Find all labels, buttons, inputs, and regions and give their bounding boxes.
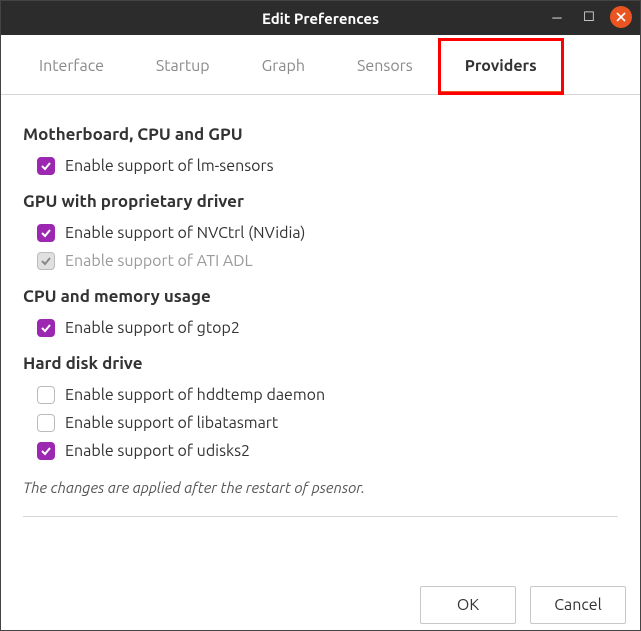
row-lm-sensors: Enable support of lm-sensors bbox=[23, 152, 618, 180]
checkbox-nvctrl[interactable] bbox=[37, 224, 55, 242]
section-hdd-title: Hard disk drive bbox=[23, 354, 618, 373]
tab-providers[interactable]: Providers bbox=[439, 39, 563, 94]
close-icon bbox=[616, 12, 626, 22]
section-cpu-title: CPU and memory usage bbox=[23, 287, 618, 306]
tab-startup[interactable]: Startup bbox=[130, 39, 236, 94]
checkbox-gtop2[interactable] bbox=[37, 319, 55, 337]
section-mobo-title: Motherboard, CPU and GPU bbox=[23, 125, 618, 144]
checkbox-udisks2[interactable] bbox=[37, 442, 55, 460]
label-libatasmart: Enable support of libatasmart bbox=[65, 414, 278, 432]
checkbox-lm-sensors[interactable] bbox=[37, 157, 55, 175]
row-gtop2: Enable support of gtop2 bbox=[23, 314, 618, 342]
section-gpu-title: GPU with proprietary driver bbox=[23, 192, 618, 211]
restart-note: The changes are applied after the restar… bbox=[23, 479, 618, 496]
tabs: Interface Startup Graph Sensors Provider… bbox=[1, 39, 640, 95]
minimize-button[interactable]: ─ bbox=[546, 6, 568, 28]
row-nvctrl: Enable support of NVCtrl (NVidia) bbox=[23, 219, 618, 247]
titlebar: Edit Preferences ─ ☐ bbox=[1, 1, 640, 35]
ok-button[interactable]: OK bbox=[420, 586, 516, 624]
checkbox-hddtemp[interactable] bbox=[37, 386, 55, 404]
row-hddtemp: Enable support of hddtemp daemon bbox=[23, 381, 618, 409]
content-area: Motherboard, CPU and GPU Enable support … bbox=[1, 95, 640, 527]
label-udisks2: Enable support of udisks2 bbox=[65, 442, 250, 460]
window-controls: ─ ☐ bbox=[546, 6, 632, 28]
footer: OK Cancel bbox=[420, 580, 626, 630]
label-nvctrl: Enable support of NVCtrl (NVidia) bbox=[65, 224, 305, 242]
label-hddtemp: Enable support of hddtemp daemon bbox=[65, 386, 325, 404]
cancel-button[interactable]: Cancel bbox=[530, 586, 626, 624]
window-title: Edit Preferences bbox=[262, 10, 379, 27]
row-udisks2: Enable support of udisks2 bbox=[23, 437, 618, 465]
checkbox-ati bbox=[37, 252, 55, 270]
row-ati: Enable support of ATI ADL bbox=[23, 247, 618, 275]
tab-sensors[interactable]: Sensors bbox=[331, 39, 439, 94]
maximize-button[interactable]: ☐ bbox=[578, 6, 600, 28]
close-button[interactable] bbox=[610, 6, 632, 28]
label-ati: Enable support of ATI ADL bbox=[65, 252, 253, 270]
row-libatasmart: Enable support of libatasmart bbox=[23, 409, 618, 437]
separator bbox=[23, 516, 618, 517]
preferences-window: Edit Preferences ─ ☐ Interface Startup G… bbox=[0, 0, 641, 631]
checkbox-libatasmart[interactable] bbox=[37, 414, 55, 432]
label-lm-sensors: Enable support of lm-sensors bbox=[65, 157, 274, 175]
tab-graph[interactable]: Graph bbox=[236, 39, 331, 94]
label-gtop2: Enable support of gtop2 bbox=[65, 319, 240, 337]
tab-interface[interactable]: Interface bbox=[13, 39, 130, 94]
